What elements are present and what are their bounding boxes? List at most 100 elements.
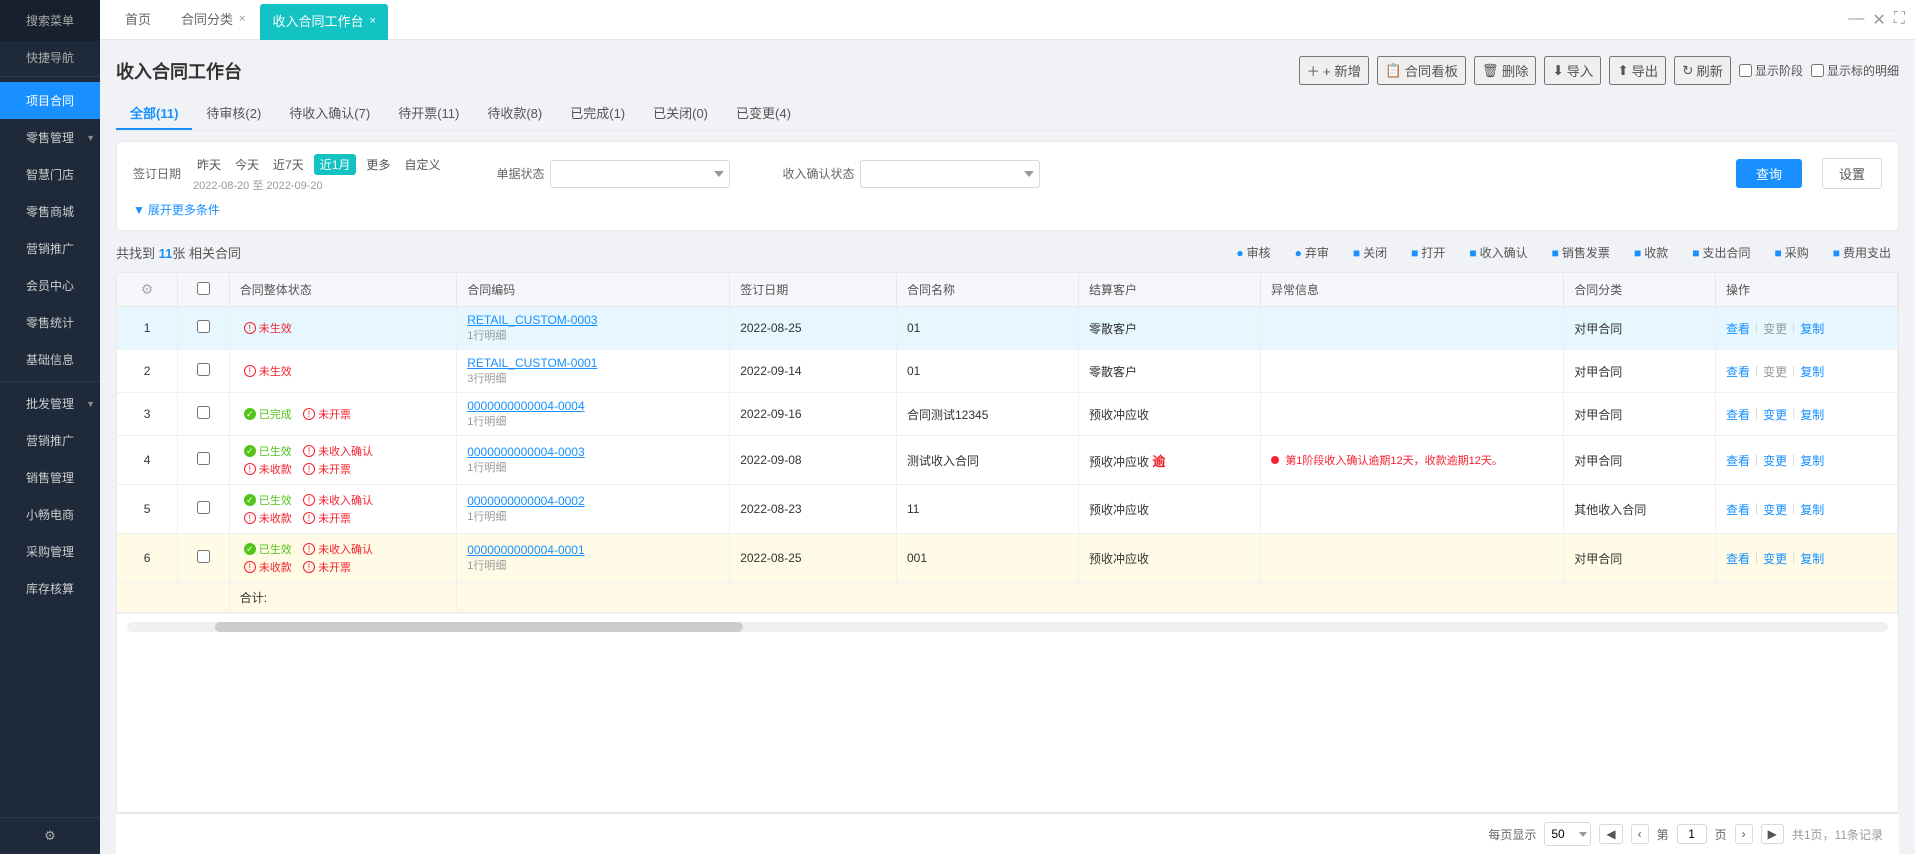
copy-link-5[interactable]: 复制	[1800, 501, 1824, 518]
sidebar-item-member[interactable]: 会员中心	[0, 267, 100, 304]
row-check-3[interactable]	[178, 393, 230, 436]
view-link-4[interactable]: 查看	[1726, 452, 1750, 469]
date-btn-yesterday[interactable]: 昨天	[193, 154, 225, 175]
view-link-5[interactable]: 查看	[1726, 501, 1750, 518]
contract-link-5[interactable]: 0000000000004-0002	[467, 494, 719, 508]
sidebar-item-purchase[interactable]: 采购管理	[0, 533, 100, 570]
prev-page-button[interactable]: ‹	[1631, 824, 1649, 844]
expense-button[interactable]: ■ 费用支出	[1825, 241, 1899, 264]
tab-home[interactable]: 首页	[110, 0, 166, 40]
tab-contract-category-close[interactable]: ×	[239, 13, 245, 25]
sidebar-item-sales[interactable]: 销售管理	[0, 459, 100, 496]
change-link-6[interactable]: 变更	[1763, 550, 1787, 567]
copy-link-3[interactable]: 复制	[1800, 406, 1824, 423]
page-input[interactable]	[1677, 824, 1707, 844]
filter-tab-changed[interactable]: 已变更(4)	[722, 97, 805, 130]
minimize-icon[interactable]: —	[1848, 10, 1864, 30]
sidebar-item-retail-mall[interactable]: 零售商城	[0, 193, 100, 230]
show-detail-input[interactable]	[1811, 64, 1824, 77]
show-detail-checkbox[interactable]: 显示标的明细	[1811, 62, 1899, 79]
sidebar-item-ecommerce[interactable]: 小畅电商	[0, 496, 100, 533]
copy-link-1[interactable]: 复制	[1800, 320, 1824, 337]
sidebar-item-retail-stats[interactable]: 零售统计	[0, 304, 100, 341]
select-all-checkbox[interactable]	[197, 282, 210, 295]
page-size-select[interactable]: 50 20 100	[1544, 822, 1591, 846]
row-checkbox-1[interactable]	[197, 320, 210, 333]
view-link-2[interactable]: 查看	[1726, 363, 1750, 380]
contract-link-4[interactable]: 0000000000004-0003	[467, 445, 719, 459]
date-btn-7days[interactable]: 近7天	[269, 154, 308, 175]
next-page-button[interactable]: ›	[1735, 824, 1753, 844]
change-link-5[interactable]: 变更	[1763, 501, 1787, 518]
row-check-1[interactable]	[178, 307, 230, 350]
sidebar-item-marketing[interactable]: 营销推广	[0, 230, 100, 267]
add-button[interactable]: ＋ + 新增	[1299, 56, 1369, 85]
kanban-button[interactable]: 📋 合同看板	[1377, 56, 1466, 85]
sidebar-settings[interactable]: ⚙	[0, 817, 100, 854]
filter-tab-completed[interactable]: 已完成(1)	[556, 97, 639, 130]
expense-contract-button[interactable]: ■ 支出合同	[1684, 241, 1758, 264]
contract-link-6[interactable]: 0000000000004-0001	[467, 543, 719, 557]
abandon-review-button[interactable]: ● 弃审	[1287, 241, 1337, 264]
th-settings[interactable]: ⚙	[117, 273, 178, 307]
contract-link-3[interactable]: 0000000000004-0004	[467, 399, 719, 413]
filter-tab-pending-review[interactable]: 待审核(2)	[192, 97, 275, 130]
sales-invoice-button[interactable]: ■ 销售发票	[1544, 241, 1618, 264]
view-link-6[interactable]: 查看	[1726, 550, 1750, 567]
settings-icon[interactable]: ⚙	[141, 281, 154, 297]
row-checkbox-2[interactable]	[197, 363, 210, 376]
show-fields-input[interactable]	[1739, 64, 1752, 77]
review-button[interactable]: ● 审核	[1228, 241, 1278, 264]
sidebar-item-retail-management[interactable]: 零售管理	[0, 119, 100, 156]
copy-link-4[interactable]: 复制	[1800, 452, 1824, 469]
expand-icon[interactable]: ⛶	[1894, 10, 1905, 30]
copy-link-6[interactable]: 复制	[1800, 550, 1824, 567]
filter-tab-all[interactable]: 全部(11)	[116, 97, 192, 130]
delete-button[interactable]: 🗑 删除	[1474, 56, 1537, 85]
row-checkbox-6[interactable]	[197, 550, 210, 563]
refresh-button[interactable]: ↻ 刷新	[1674, 56, 1731, 85]
import-button[interactable]: ⬇ 导入	[1544, 56, 1601, 85]
tab-income-contract-close[interactable]: ×	[369, 15, 375, 27]
set-button[interactable]: 设置	[1822, 158, 1882, 189]
close-icon[interactable]: ✕	[1872, 10, 1885, 30]
sidebar-item-wholesale[interactable]: 批发管理	[0, 385, 100, 422]
row-check-6[interactable]	[178, 534, 230, 583]
sidebar-item-inventory[interactable]: 库存核算	[0, 570, 100, 607]
tab-income-contract[interactable]: 收入合同工作台 ×	[260, 4, 387, 40]
sidebar-search[interactable]: 搜索菜单	[0, 0, 100, 41]
row-checkbox-4[interactable]	[197, 452, 210, 465]
open-button[interactable]: ■ 打开	[1403, 241, 1453, 264]
status-select[interactable]	[550, 160, 730, 188]
sidebar-item-project-contract[interactable]: 项目合同	[0, 82, 100, 119]
sidebar-nav[interactable]: 快捷导航	[0, 41, 100, 77]
last-page-button[interactable]: ▶	[1761, 824, 1784, 844]
row-checkbox-3[interactable]	[197, 406, 210, 419]
scroll-thumb[interactable]	[215, 622, 743, 632]
filter-tab-pending-collect[interactable]: 待收款(8)	[473, 97, 556, 130]
copy-link-2[interactable]: 复制	[1800, 363, 1824, 380]
row-check-5[interactable]	[178, 485, 230, 534]
first-page-button[interactable]: ◀	[1599, 824, 1622, 844]
date-btn-1month[interactable]: 近1月	[314, 154, 357, 175]
show-fields-checkbox[interactable]: 显示阶段	[1739, 62, 1803, 79]
horizontal-scrollbar[interactable]	[127, 622, 1888, 632]
sidebar-item-wholesale-marketing[interactable]: 营销推广	[0, 422, 100, 459]
collect-button[interactable]: ■ 收款	[1626, 241, 1676, 264]
th-checkbox[interactable]	[178, 273, 230, 307]
filter-tab-pending-invoice[interactable]: 待开票(11)	[384, 97, 473, 130]
contract-link-2[interactable]: RETAIL_CUSTOM-0001	[467, 356, 719, 370]
date-btn-today[interactable]: 今天	[231, 154, 263, 175]
purchase-button[interactable]: ■ 采购	[1766, 241, 1816, 264]
export-button[interactable]: ⬆ 导出	[1609, 56, 1666, 85]
sidebar-item-smart-store[interactable]: 智慧门店	[0, 156, 100, 193]
income-confirm-button[interactable]: ■ 收入确认	[1461, 241, 1535, 264]
change-link-3[interactable]: 变更	[1763, 406, 1787, 423]
date-btn-custom[interactable]: 自定义	[400, 154, 444, 175]
sidebar-item-basic-info[interactable]: 基础信息	[0, 341, 100, 378]
filter-tab-closed[interactable]: 已关闭(0)	[639, 97, 722, 130]
tab-contract-category[interactable]: 合同分类 ×	[166, 0, 260, 40]
change-link-4[interactable]: 变更	[1763, 452, 1787, 469]
date-btn-more[interactable]: 更多	[362, 154, 394, 175]
view-link-3[interactable]: 查看	[1726, 406, 1750, 423]
